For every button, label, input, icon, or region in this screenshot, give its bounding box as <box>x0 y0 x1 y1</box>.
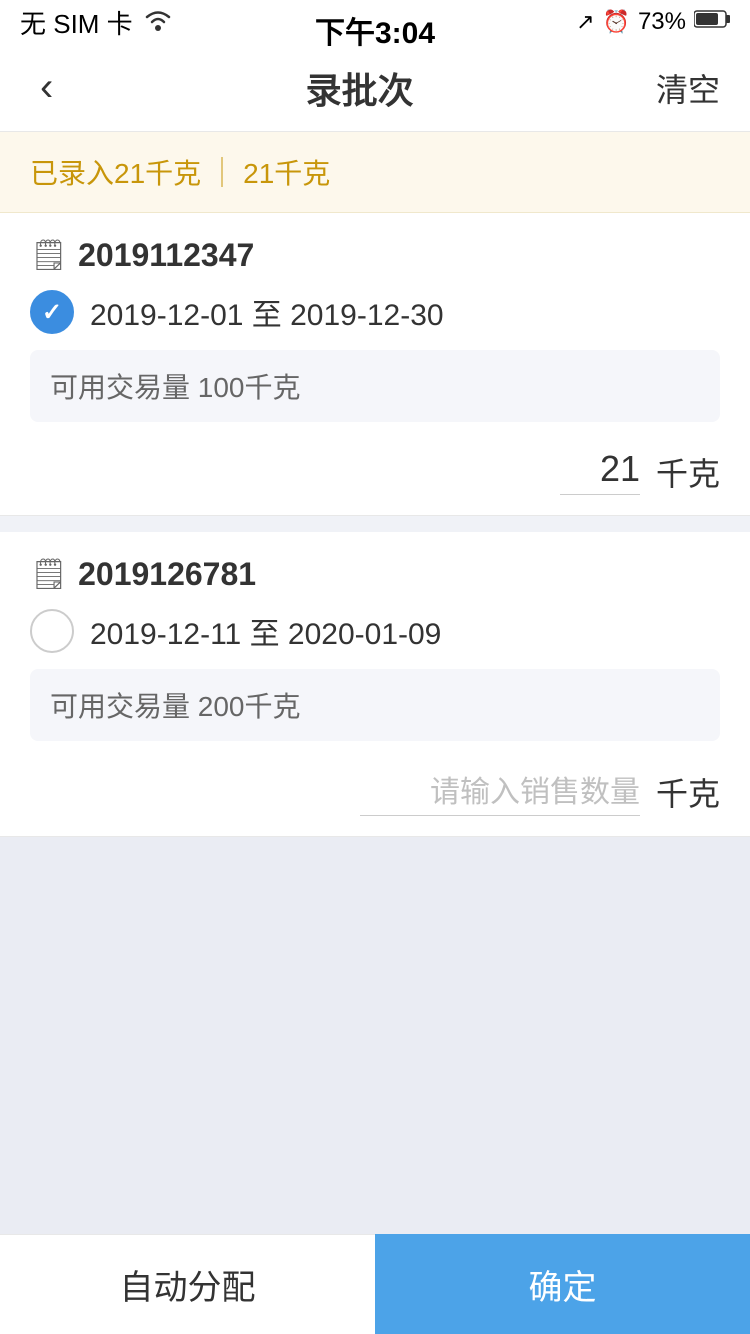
bottom-bar: 自动分配 确定 <box>0 1234 750 1334</box>
auto-distribute-button[interactable]: 自动分配 <box>0 1234 375 1334</box>
batch-1-header: 🗒 2019112347 <box>0 213 750 282</box>
batch-2-date-row: 2019-12-11 至 2020-01-09 <box>0 601 750 661</box>
wifi-icon <box>143 7 173 38</box>
info-banner: 已录入21千克 21千克 <box>0 132 750 213</box>
batch-2-input-row: 请输入销售数量 千克 <box>0 757 750 837</box>
batch-2-id: 2019126781 <box>78 556 256 593</box>
empty-space <box>0 837 750 1297</box>
batch-2-placeholder[interactable]: 请输入销售数量 <box>360 767 640 816</box>
status-time: 下午3:04 <box>315 8 435 52</box>
batch-1-input-row: 21 千克 <box>0 438 750 516</box>
batch-1-available: 可用交易量 100千克 <box>30 350 720 422</box>
batch-1-quantity[interactable]: 21 <box>560 448 640 495</box>
back-button[interactable]: ‹ <box>30 55 63 120</box>
status-right: ↗ ⏰ 73% <box>576 8 730 36</box>
batch-1-date-row: ✓ 2019-12-01 至 2019-12-30 <box>0 282 750 342</box>
info-divider <box>221 157 223 187</box>
batch-1-date: 2019-12-01 至 2019-12-30 <box>90 290 444 334</box>
batch-2-header: 🗒 2019126781 <box>0 532 750 601</box>
page-title: 录批次 <box>306 62 414 114</box>
batch-1-radio[interactable]: ✓ <box>30 290 74 334</box>
batch-2-unit: 千克 <box>656 769 720 815</box>
batch-2-available: 可用交易量 200千克 <box>30 669 720 741</box>
battery-label: 73% <box>638 8 686 36</box>
battery-icon <box>694 8 730 36</box>
batch-card-2: 🗒 2019126781 2019-12-11 至 2020-01-09 可用交… <box>0 532 750 837</box>
alarm-icon: ⏰ <box>603 9 630 35</box>
batch-2-radio[interactable] <box>30 609 74 653</box>
batch-2-icon: 🗒 <box>30 557 68 592</box>
batch-2-date: 2019-12-11 至 2020-01-09 <box>90 609 441 653</box>
total-label: 21千克 <box>243 152 330 192</box>
batch-1-icon: 🗒 <box>30 238 68 273</box>
recorded-label: 已录入21千克 <box>30 152 201 192</box>
batch-1-unit: 千克 <box>656 449 720 495</box>
status-bar: 无 SIM 卡 下午3:04 ↗ ⏰ 73% <box>0 0 750 44</box>
batch-1-id: 2019112347 <box>78 237 254 274</box>
clear-button[interactable]: 清空 <box>656 65 720 111</box>
carrier-label: 无 SIM 卡 <box>20 4 133 41</box>
location-icon: ↗ <box>576 9 594 35</box>
status-left: 无 SIM 卡 <box>20 4 173 41</box>
nav-bar: ‹ 录批次 清空 <box>0 44 750 132</box>
card-separator <box>0 516 750 532</box>
check-icon: ✓ <box>42 298 62 327</box>
confirm-button[interactable]: 确定 <box>375 1234 750 1334</box>
batch-card-1: 🗒 2019112347 ✓ 2019-12-01 至 2019-12-30 可… <box>0 213 750 516</box>
